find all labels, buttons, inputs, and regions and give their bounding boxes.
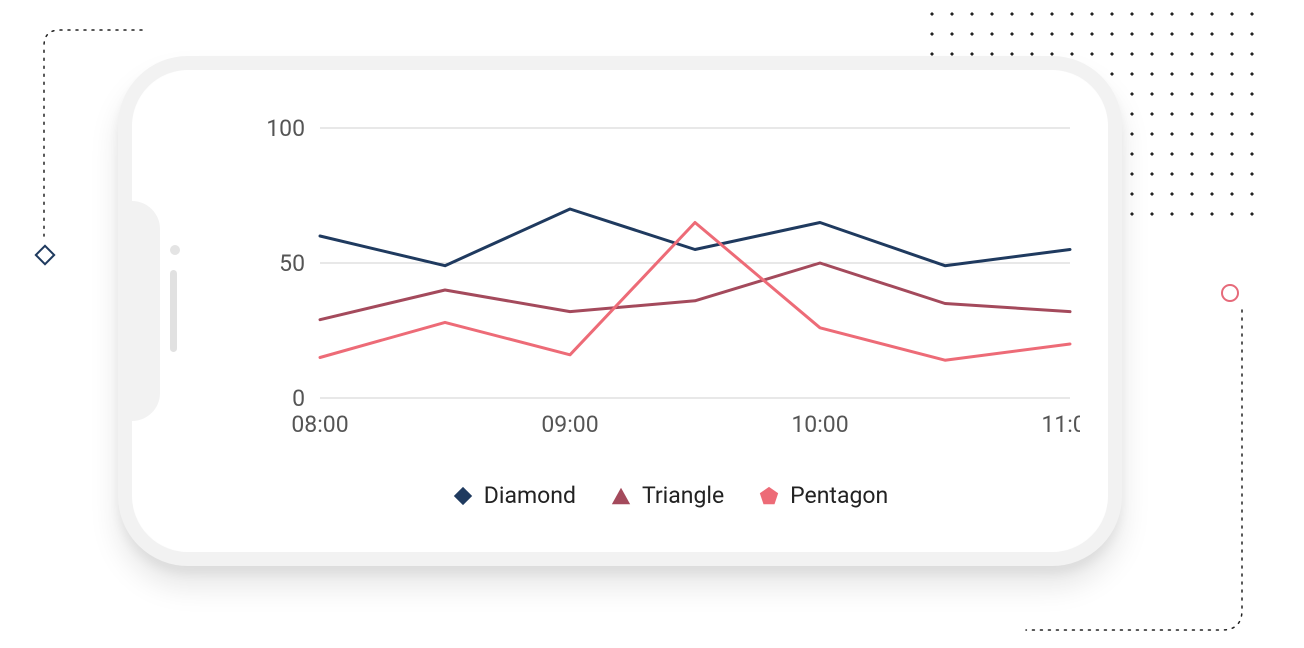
diamond-icon	[452, 485, 474, 507]
phone-camera	[170, 245, 180, 255]
svg-text:10:00: 10:00	[791, 411, 848, 438]
phone-notch	[132, 201, 160, 421]
legend-item-pentagon[interactable]: Pentagon	[758, 482, 888, 509]
svg-text:11:00: 11:00	[1041, 411, 1080, 438]
phone-screen: 0 50 100 08:00 09:00 10:00 11:00 Diamond Trian…	[132, 70, 1108, 552]
triangle-icon	[610, 485, 632, 507]
decorative-diamond-icon	[34, 244, 56, 266]
legend-label-diamond: Diamond	[484, 482, 576, 509]
chart-container: 0 50 100 08:00 09:00 10:00 11:00 Diamond Trian…	[260, 118, 1080, 518]
legend-item-triangle[interactable]: Triangle	[610, 482, 724, 509]
svg-text:08:00: 08:00	[291, 411, 348, 438]
svg-text:0: 0	[292, 385, 305, 412]
legend-label-triangle: Triangle	[642, 482, 724, 509]
pentagon-icon	[758, 485, 780, 507]
svg-text:100: 100	[266, 118, 305, 142]
line-chart: 0 50 100 08:00 09:00 10:00 11:00	[260, 118, 1080, 448]
legend-item-diamond[interactable]: Diamond	[452, 482, 576, 509]
phone-speaker	[170, 270, 177, 352]
svg-text:50: 50	[279, 250, 305, 277]
chart-legend: Diamond Triangle Pentagon	[260, 482, 1080, 509]
legend-label-pentagon: Pentagon	[790, 482, 888, 509]
decorative-circle-icon	[1221, 284, 1239, 302]
phone-frame: 0 50 100 08:00 09:00 10:00 11:00 Diamond Trian…	[118, 56, 1122, 566]
svg-text:09:00: 09:00	[541, 411, 598, 438]
